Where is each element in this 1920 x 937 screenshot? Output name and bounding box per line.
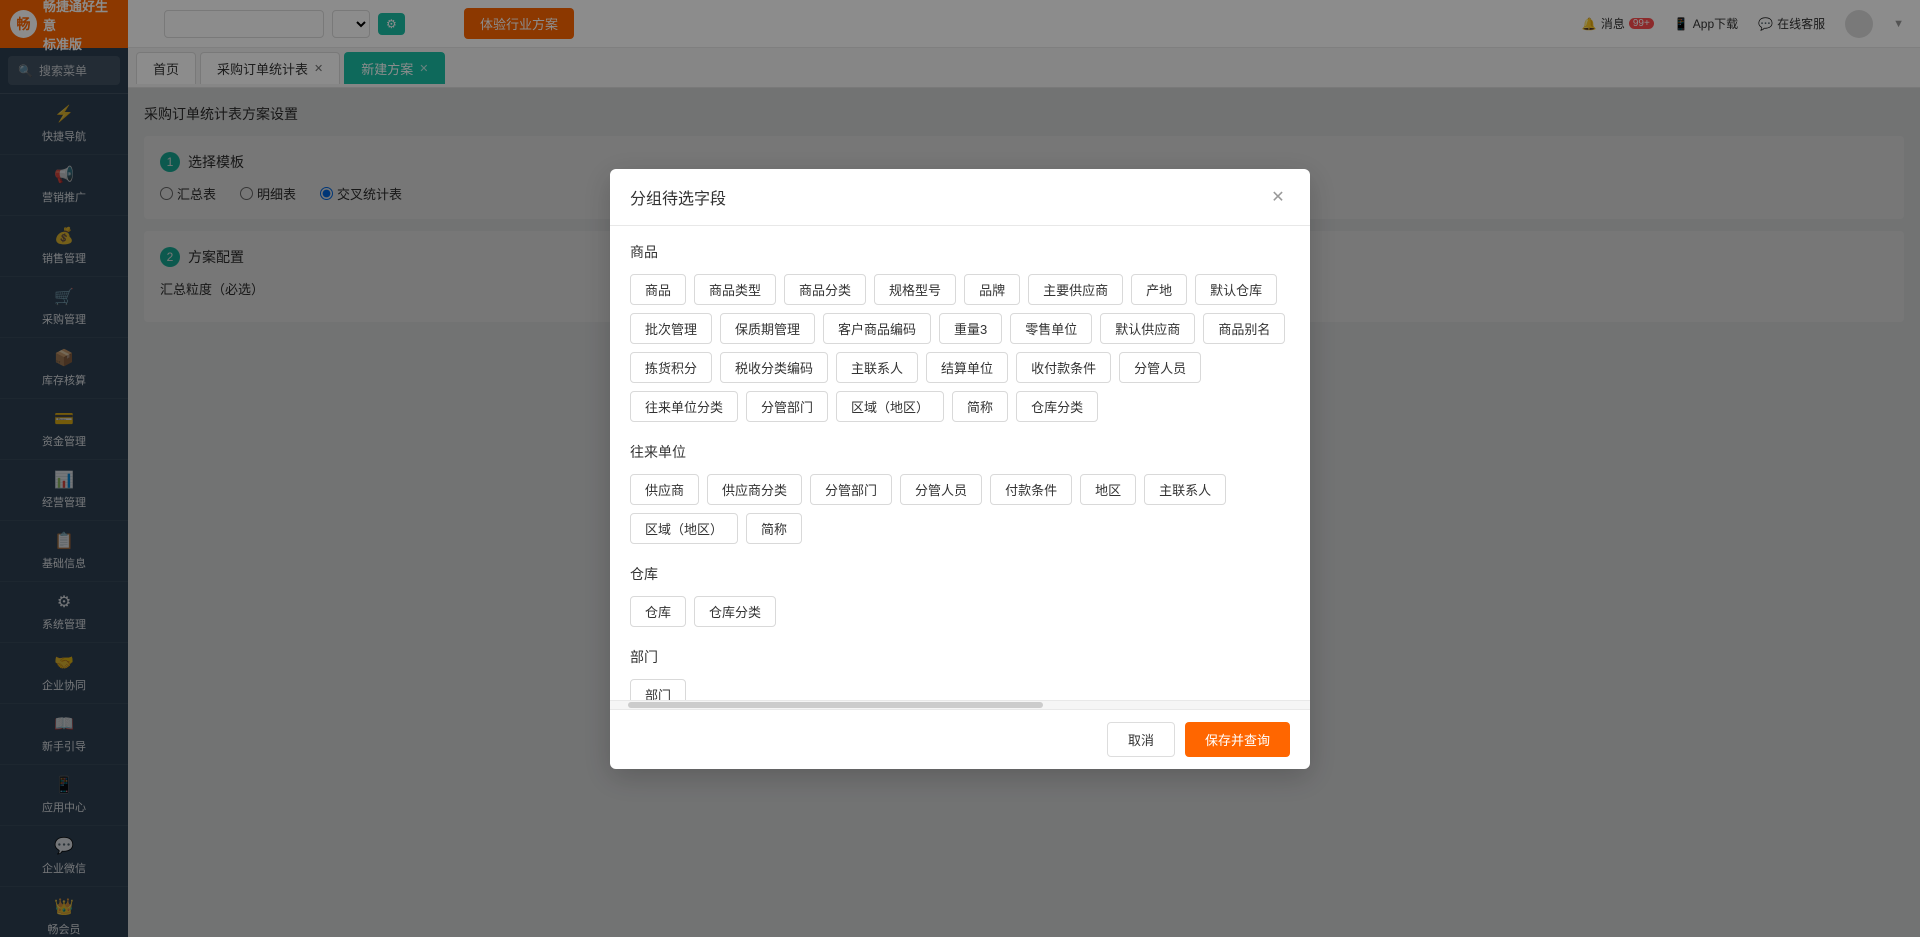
- field-tag-short-name2[interactable]: 简称: [746, 513, 802, 544]
- field-tags-department: 部门: [630, 679, 1290, 701]
- field-group-title-counterparty: 往来单位: [630, 442, 1290, 462]
- field-tag-region[interactable]: 区域（地区）: [836, 391, 944, 422]
- field-tag-batch-mgmt[interactable]: 批次管理: [630, 313, 712, 344]
- field-tag-goods-alias[interactable]: 商品别名: [1203, 313, 1285, 344]
- modal-header: 分组待选字段 ✕: [610, 169, 1310, 226]
- field-tag-manager[interactable]: 分管人员: [1119, 352, 1201, 383]
- field-tag-warehouse-category[interactable]: 仓库分类: [1016, 391, 1098, 422]
- field-tag-weight3[interactable]: 重量3: [939, 313, 1002, 344]
- field-tag-payment-terms[interactable]: 收付款条件: [1016, 352, 1111, 383]
- field-tag-default-supplier[interactable]: 默认供应商: [1100, 313, 1195, 344]
- field-group-goods: 商品商品商品类型商品分类规格型号品牌主要供应商产地默认仓库批次管理保质期管理客户…: [630, 242, 1290, 422]
- field-tag-default-warehouse[interactable]: 默认仓库: [1195, 274, 1277, 305]
- field-group-title-warehouse: 仓库: [630, 564, 1290, 584]
- field-tag-supplier-category[interactable]: 供应商分类: [707, 474, 802, 505]
- field-group-title-goods: 商品: [630, 242, 1290, 262]
- field-tag-spec-model[interactable]: 规格型号: [874, 274, 956, 305]
- field-group-title-department: 部门: [630, 647, 1290, 667]
- modal-horizontal-scrollbar[interactable]: [610, 700, 1310, 708]
- field-tag-short-name[interactable]: 简称: [952, 391, 1008, 422]
- field-tag-main-supplier[interactable]: 主要供应商: [1028, 274, 1123, 305]
- field-tag-from-unit-category[interactable]: 往来单位分类: [630, 391, 738, 422]
- field-tag-dept[interactable]: 分管部门: [810, 474, 892, 505]
- field-tag-warehouse[interactable]: 仓库: [630, 596, 686, 627]
- field-group-department: 部门部门: [630, 647, 1290, 701]
- modal-body[interactable]: 商品商品商品类型商品分类规格型号品牌主要供应商产地默认仓库批次管理保质期管理客户…: [610, 226, 1310, 701]
- modal-confirm-button[interactable]: 保存并查询: [1185, 722, 1290, 757]
- field-tag-goods[interactable]: 商品: [630, 274, 686, 305]
- modal-overlay: 分组待选字段 ✕ 商品商品商品类型商品分类规格型号品牌主要供应商产地默认仓库批次…: [0, 0, 1920, 937]
- field-tag-area[interactable]: 地区: [1080, 474, 1136, 505]
- field-tag-goods-category[interactable]: 商品分类: [784, 274, 866, 305]
- field-tag-main-contact2[interactable]: 主联系人: [1144, 474, 1226, 505]
- modal-cancel-button[interactable]: 取消: [1107, 722, 1175, 757]
- field-tag-dept-person[interactable]: 分管人员: [900, 474, 982, 505]
- field-tag-payment-cond[interactable]: 付款条件: [990, 474, 1072, 505]
- field-tags-counterparty: 供应商供应商分类分管部门分管人员付款条件地区主联系人区域（地区） 简称: [630, 474, 1290, 544]
- field-tags-warehouse: 仓库仓库分类: [630, 596, 1290, 627]
- field-tag-region2[interactable]: 区域（地区）: [630, 513, 738, 544]
- field-tag-retail-unit[interactable]: 零售单位: [1010, 313, 1092, 344]
- field-tag-quality-mgmt[interactable]: 保质期管理: [720, 313, 815, 344]
- field-tag-goods-type[interactable]: 商品类型: [694, 274, 776, 305]
- field-tags-goods: 商品商品类型商品分类规格型号品牌主要供应商产地默认仓库批次管理保质期管理客户商品…: [630, 274, 1290, 422]
- modal-close-button[interactable]: ✕: [1266, 185, 1290, 209]
- field-tag-supplier[interactable]: 供应商: [630, 474, 699, 505]
- modal-hscroll-thumb: [628, 702, 1043, 708]
- field-group-warehouse: 仓库仓库仓库分类: [630, 564, 1290, 627]
- field-tag-settlement-unit[interactable]: 结算单位: [926, 352, 1008, 383]
- field-tag-mgmt-dept[interactable]: 分管部门: [746, 391, 828, 422]
- field-tag-warehouse-cat[interactable]: 仓库分类: [694, 596, 776, 627]
- field-tag-pick-score[interactable]: 拣货积分: [630, 352, 712, 383]
- field-tag-customer-code[interactable]: 客户商品编码: [823, 313, 931, 344]
- field-select-modal: 分组待选字段 ✕ 商品商品商品类型商品分类规格型号品牌主要供应商产地默认仓库批次…: [610, 169, 1310, 769]
- field-tag-department[interactable]: 部门: [630, 679, 686, 701]
- modal-footer: 取消 保存并查询: [610, 709, 1310, 769]
- field-tag-tax-code[interactable]: 税收分类编码: [720, 352, 828, 383]
- field-tag-origin[interactable]: 产地: [1131, 274, 1187, 305]
- field-group-counterparty: 往来单位供应商供应商分类分管部门分管人员付款条件地区主联系人区域（地区） 简称: [630, 442, 1290, 544]
- modal-title: 分组待选字段: [630, 185, 726, 209]
- field-tag-brand[interactable]: 品牌: [964, 274, 1020, 305]
- field-tag-main-contact[interactable]: 主联系人: [836, 352, 918, 383]
